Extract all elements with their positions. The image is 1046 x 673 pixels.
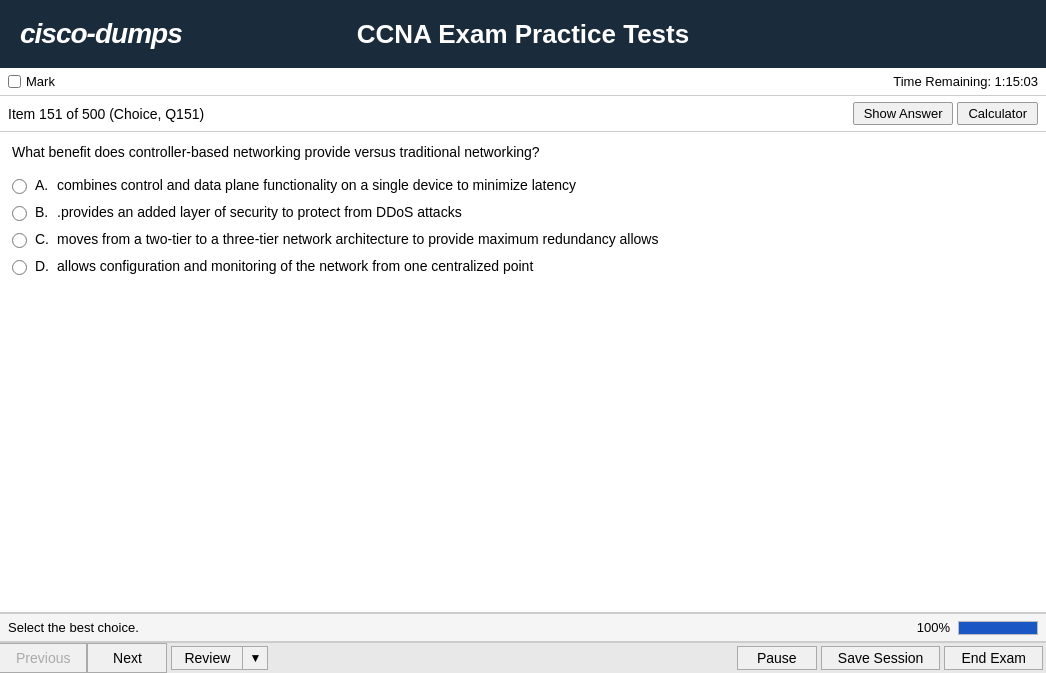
choice-letter-b: B. [35,204,53,220]
mark-checkbox[interactable] [8,75,21,88]
choice-radio-c[interactable] [12,233,27,248]
footer-right: Pause Save Session End Exam [734,643,1046,673]
save-session-button[interactable]: Save Session [821,646,941,670]
choice-item-d: D. allows configuration and monitoring o… [12,253,1034,280]
status-bar: Select the best choice. 100% [0,613,1046,641]
footer: Previous Next Review ▼ Pause Save Sessio… [0,641,1046,673]
choice-radio-a[interactable] [12,179,27,194]
choice-text-d: allows configuration and monitoring of t… [57,258,533,274]
choice-text-a: combines control and data plane function… [57,177,576,193]
calculator-button[interactable]: Calculator [957,102,1038,125]
mark-bar: Mark Time Remaining: 1:15:03 [0,68,1046,96]
choice-label-c: C. moves from a two-tier to a three-tier… [35,231,658,247]
choice-radio-b[interactable] [12,206,27,221]
review-dropdown-arrow[interactable]: ▼ [243,647,267,669]
question-text: What benefit does controller-based netwo… [0,132,1046,168]
previous-button[interactable]: Previous [0,643,87,673]
logo: cisco-dumps [20,18,182,50]
choice-radio-d[interactable] [12,260,27,275]
pause-button[interactable]: Pause [737,646,817,670]
choice-label-b: B. .provides an added layer of security … [35,204,462,220]
choice-text-b: .provides an added layer of security to … [57,204,462,220]
question-header-buttons: Show Answer Calculator [853,102,1038,125]
progress-bar-container [958,621,1038,635]
mark-text: Mark [26,74,55,89]
question-area: Item 151 of 500 (Choice, Q151) Show Answ… [0,96,1046,613]
show-answer-button[interactable]: Show Answer [853,102,954,125]
progress-area: 100% [917,620,1038,635]
choice-letter-a: A. [35,177,53,193]
choice-letter-d: D. [35,258,53,274]
footer-left: Previous Next Review ▼ [0,643,268,673]
question-header: Item 151 of 500 (Choice, Q151) Show Answ… [0,96,1046,132]
end-exam-button[interactable]: End Exam [944,646,1043,670]
choice-label-d: D. allows configuration and monitoring o… [35,258,533,274]
next-button[interactable]: Next [87,643,167,673]
mark-label-group[interactable]: Mark [8,74,55,89]
review-button-group: Review ▼ [171,646,268,670]
choice-item-c: C. moves from a two-tier to a three-tier… [12,226,1034,253]
choice-item-b: B. .provides an added layer of security … [12,199,1034,226]
choice-label-a: A. combines control and data plane funct… [35,177,576,193]
hint-text: Select the best choice. [8,620,139,635]
header: cisco-dumps CCNA Exam Practice Tests [0,0,1046,68]
progress-bar-fill [959,622,1037,634]
item-info: Item 151 of 500 (Choice, Q151) [8,106,204,122]
header-title: CCNA Exam Practice Tests [357,19,689,50]
choice-text-c: moves from a two-tier to a three-tier ne… [57,231,658,247]
choices-container: A. combines control and data plane funct… [0,168,1046,284]
review-button[interactable]: Review [172,647,243,669]
choice-item-a: A. combines control and data plane funct… [12,172,1034,199]
time-remaining: Time Remaining: 1:15:03 [893,74,1038,89]
progress-percent: 100% [917,620,950,635]
choice-letter-c: C. [35,231,53,247]
